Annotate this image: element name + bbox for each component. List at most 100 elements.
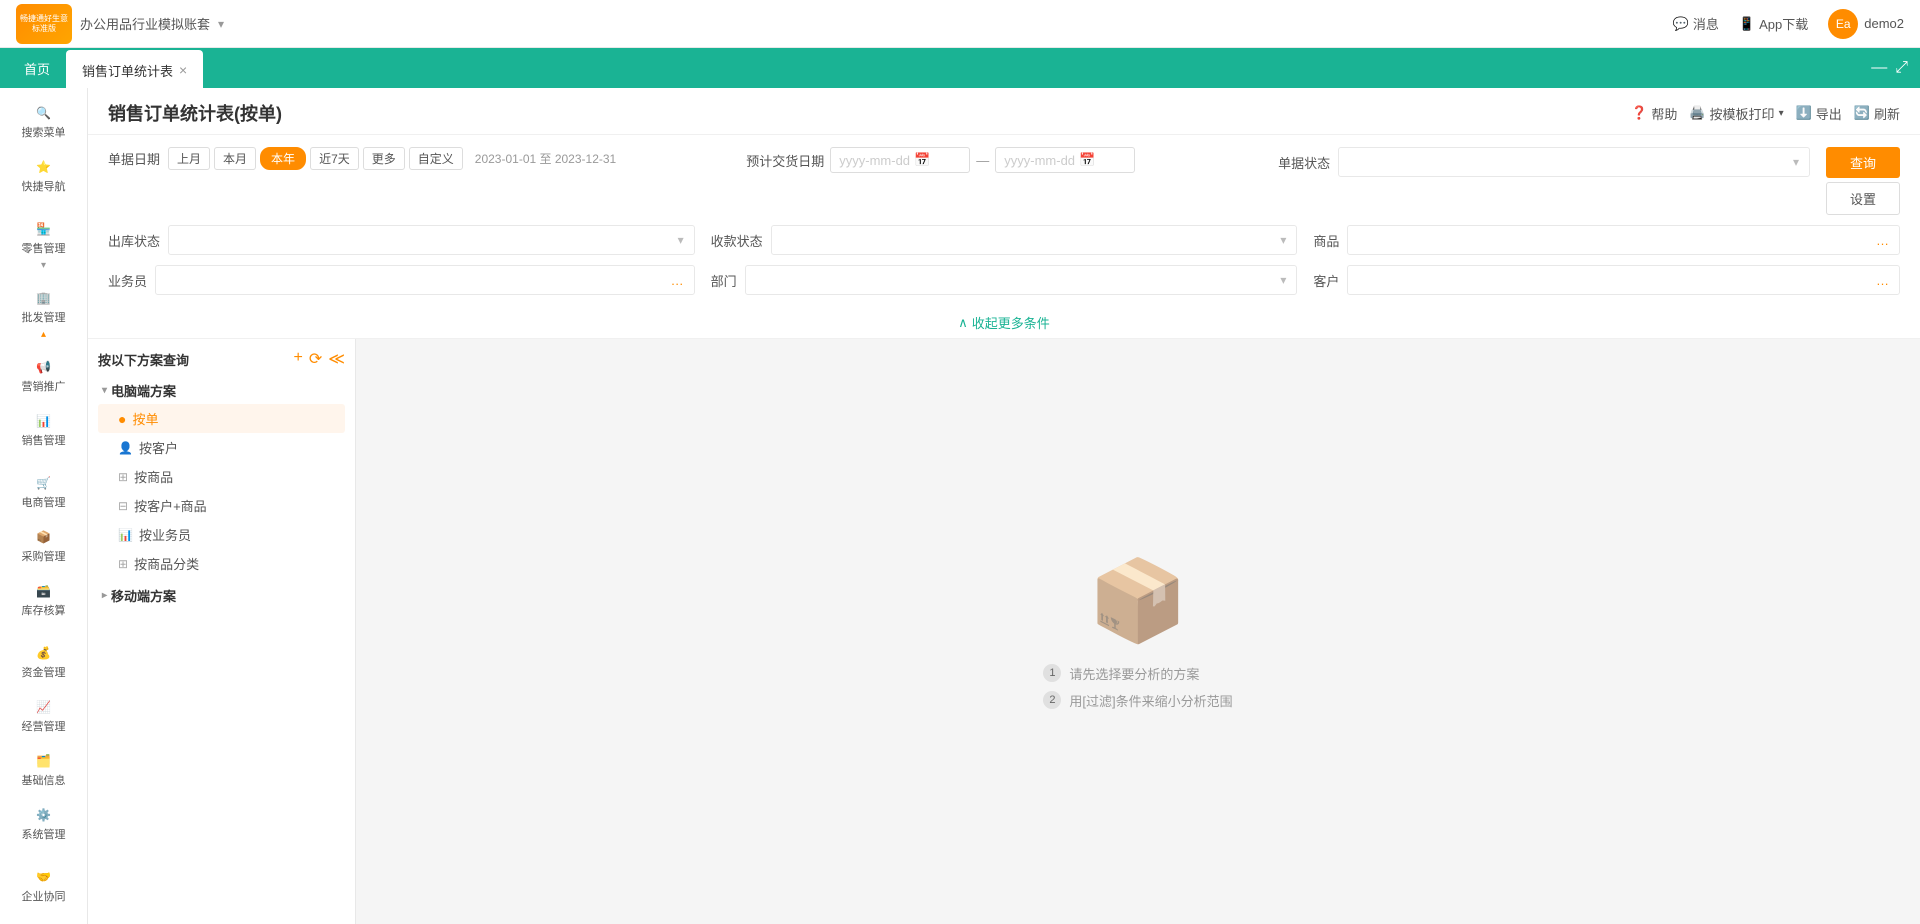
scheme-panel-header: 按以下方案查询 + ⟳ ≪: [98, 349, 345, 369]
this-month-btn[interactable]: 本月: [214, 147, 256, 170]
sidebar-item-sales[interactable]: 📊 销售管理: [0, 404, 87, 458]
sidebar-enterprise-label: 企业协同: [22, 888, 66, 904]
tab-bar-right: — ⤢: [1871, 59, 1920, 77]
sidebar-item-quick-nav[interactable]: ⭐ 快捷导航: [0, 150, 87, 204]
filter-row-1: 单据日期 上月 本月 本年 近7天 更多 自定义 2023-01-01 至 20…: [108, 147, 1900, 215]
scheme-item-by-customer-product[interactable]: ⊟ 按客户+商品: [98, 491, 345, 520]
by-product-category-label: 按商品分类: [134, 554, 199, 573]
tab-bar: 首页 销售订单统计表 × — ⤢: [0, 48, 1920, 88]
by-product-icon: ⊞: [118, 470, 128, 484]
expected-date-from[interactable]: yyyy-mm-dd 📅: [830, 147, 970, 173]
expected-date-to[interactable]: yyyy-mm-dd 📅: [995, 147, 1135, 173]
customer-input[interactable]: …: [1347, 265, 1900, 295]
query-btn[interactable]: 查询: [1826, 147, 1900, 178]
tip-num-1: 1: [1043, 664, 1061, 682]
tab-home[interactable]: 首页: [8, 48, 66, 88]
scheme-item-by-product-category[interactable]: ⊞ 按商品分类: [98, 549, 345, 578]
ship-status-label: 出库状态: [108, 231, 160, 250]
query-settings-group: 查询 设置: [1826, 147, 1900, 215]
date-buttons: 上月 本月 本年 近7天 更多 自定义: [168, 147, 463, 170]
customer-col: 客户 …: [1313, 265, 1900, 295]
user-info[interactable]: Ea demo2: [1828, 9, 1904, 39]
content-area: 销售订单统计表(按单) ❓ 帮助 🖨️ 按模板打印 ▾ ⬇️ 导出 🔄 刷新: [88, 88, 1920, 924]
sidebar-finance-label: 资金管理: [22, 664, 66, 680]
message-icon: 💬: [1673, 16, 1689, 32]
mobile-group-label: 移动端方案: [111, 586, 176, 605]
scheme-panel: 按以下方案查询 + ⟳ ≪ ▾ 电脑端方案 ● 按单: [88, 339, 356, 924]
scheme-add-btn[interactable]: +: [294, 349, 303, 369]
scheme-collapse-btn[interactable]: ≪: [328, 349, 345, 369]
scheme-item-by-customer[interactable]: 👤 按客户: [98, 433, 345, 462]
sidebar-item-enterprise[interactable]: 🤝 企业协同: [0, 860, 87, 914]
tab-sales-stats[interactable]: 销售订单统计表 ×: [66, 50, 203, 90]
scheme-item-by-salesperson[interactable]: 📊 按业务员: [98, 520, 345, 549]
tab-close-icon[interactable]: ×: [179, 62, 187, 78]
avatar: Ea: [1828, 9, 1858, 39]
last7days-btn[interactable]: 近7天: [310, 147, 359, 170]
sidebar-purchase-label: 采购管理: [22, 548, 66, 564]
department-select[interactable]: ▾: [745, 265, 1298, 295]
sidebar-item-retail[interactable]: 🏪 零售管理 ▾: [0, 212, 87, 281]
sidebar-item-inventory[interactable]: 🗃️ 库存核算: [0, 574, 87, 628]
product-input[interactable]: …: [1347, 225, 1900, 255]
salesperson-col: 业务员 …: [108, 265, 695, 295]
payment-status-select[interactable]: ▾: [771, 225, 1298, 255]
collapse-btn[interactable]: ∧ 收起更多条件: [958, 313, 1050, 332]
settings-btn[interactable]: 设置: [1826, 182, 1900, 215]
this-year-btn[interactable]: 本年: [260, 147, 306, 170]
scheme-group-mobile-title[interactable]: ▸ 移动端方案: [98, 582, 345, 609]
print-icon: 🖨️: [1689, 105, 1705, 121]
maximize-icon[interactable]: ⤢: [1895, 59, 1908, 77]
retail-icon: 🏪: [36, 222, 51, 236]
salesperson-input[interactable]: …: [155, 265, 695, 295]
sidebar-marketing-label: 营销推广: [22, 378, 66, 394]
by-salesperson-label: 按业务员: [139, 525, 191, 544]
print-btn[interactable]: 🖨️ 按模板打印 ▾: [1689, 104, 1783, 123]
more-btn[interactable]: 更多: [363, 147, 405, 170]
message-btn[interactable]: 💬 消息: [1673, 14, 1719, 33]
nav-icon: ⭐: [36, 160, 51, 174]
ship-status-select[interactable]: ▾: [168, 225, 695, 255]
status-select[interactable]: ▾: [1338, 147, 1810, 177]
department-col: 部门 ▾: [711, 265, 1298, 295]
page-header: 销售订单统计表(按单) ❓ 帮助 🖨️ 按模板打印 ▾ ⬇️ 导出 🔄 刷新: [88, 88, 1920, 135]
last-month-btn[interactable]: 上月: [168, 147, 210, 170]
sidebar-search-label: 搜索菜单: [22, 124, 66, 140]
app-download-btn[interactable]: 📱 App下载: [1739, 14, 1808, 33]
custom-btn[interactable]: 自定义: [409, 147, 463, 170]
sidebar-item-operations[interactable]: 📈 经营管理: [0, 690, 87, 744]
sidebar-item-marketing[interactable]: 📢 营销推广: [0, 350, 87, 404]
minimize-icon[interactable]: —: [1871, 59, 1887, 77]
empty-illustration: 📦: [1088, 554, 1188, 648]
sidebar-system-label: 系统管理: [22, 826, 66, 842]
salesperson-label: 业务员: [108, 271, 147, 290]
filter-row-3: 业务员 … 部门 ▾ 客户: [108, 265, 1900, 295]
payment-status-col: 收款状态 ▾: [711, 225, 1298, 255]
sidebar-item-basic[interactable]: 🗂️ 基础信息: [0, 744, 87, 798]
scheme-group-pc-title[interactable]: ▾ 电脑端方案: [98, 377, 345, 404]
refresh-btn[interactable]: 🔄 刷新: [1854, 104, 1900, 123]
scheme-item-by-order[interactable]: ● 按单: [98, 404, 345, 433]
sidebar-item-ecommerce[interactable]: 🛒 电商管理: [0, 466, 87, 520]
status-label: 单据状态: [1278, 153, 1330, 172]
chevron-down-icon[interactable]: ▾: [218, 17, 224, 31]
payment-status-label: 收款状态: [711, 231, 763, 250]
empty-state: 📦 1 请先选择要分析的方案 2 用[过滤]条件来缩小分析范围: [1043, 554, 1232, 710]
scheme-refresh-btn[interactable]: ⟳: [309, 349, 322, 369]
marketing-icon: 📢: [36, 360, 51, 374]
sidebar-item-newbie[interactable]: 🌟 新手引导: [0, 914, 87, 924]
sidebar-item-system[interactable]: ⚙️ 系统管理: [0, 798, 87, 852]
export-btn[interactable]: ⬇️ 导出: [1796, 104, 1842, 123]
sidebar-retail-label: 零售管理: [22, 240, 66, 256]
tab-sales-stats-label: 销售订单统计表: [82, 61, 173, 80]
sidebar-item-search[interactable]: 🔍 搜索菜单: [0, 96, 87, 150]
help-btn[interactable]: ❓ 帮助: [1631, 104, 1677, 123]
sidebar-item-purchase[interactable]: 📦 采购管理: [0, 520, 87, 574]
scheme-group-mobile: ▸ 移动端方案: [98, 582, 345, 609]
product-label: 商品: [1313, 231, 1339, 250]
sidebar-item-finance[interactable]: 💰 资金管理: [0, 636, 87, 690]
status-dropdown-icon: ▾: [1793, 155, 1799, 169]
sidebar-sales-label: 销售管理: [22, 432, 66, 448]
sidebar-item-wholesale[interactable]: 🏢 批发管理 ▴: [0, 281, 87, 350]
scheme-item-by-product[interactable]: ⊞ 按商品: [98, 462, 345, 491]
